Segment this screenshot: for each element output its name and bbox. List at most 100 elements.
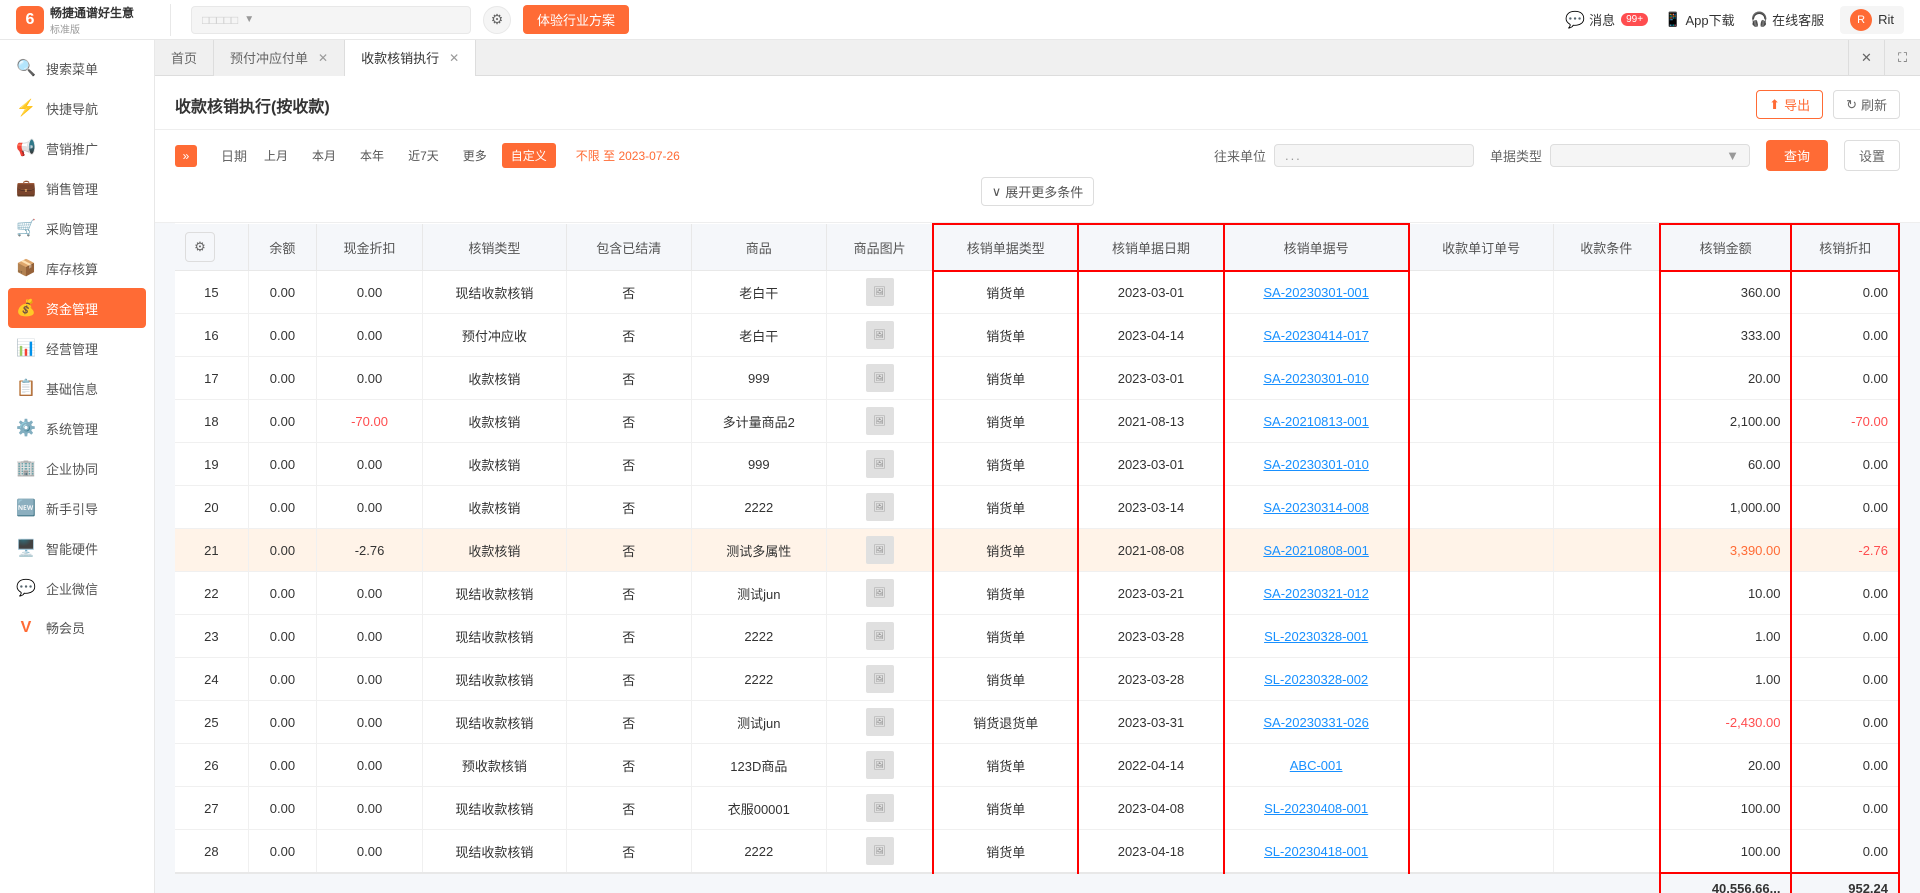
cell-cancel-bill-date: 2022-04-14	[1078, 744, 1223, 787]
expand-more-btn[interactable]: ∨ 展开更多条件	[981, 177, 1095, 206]
cell-balance: 0.00	[248, 314, 316, 357]
cell-cash-discount: 0.00	[317, 830, 423, 874]
bill-no-link[interactable]: SA-20230301-010	[1263, 457, 1369, 472]
more-date-btn[interactable]: 更多	[454, 143, 496, 168]
page-title: 收款核销执行(按收款)	[175, 93, 330, 117]
sidebar-item-guide[interactable]: 🆕 新手引导	[0, 488, 154, 528]
cell-receipt-condition	[1553, 701, 1660, 744]
cell-seq: 25	[175, 701, 248, 744]
bill-no-link[interactable]: SL-20230418-001	[1264, 844, 1368, 859]
cell-cancel-amount: 10.00	[1660, 572, 1792, 615]
export-button[interactable]: ⬆ 导出	[1756, 90, 1823, 119]
filter-row: » 日期 上月 本月 本年 近7天 更多 自定义 不限 至 202	[175, 140, 1900, 171]
cell-product-img: 🖼	[826, 830, 933, 874]
sidebar-item-finance[interactable]: 💰 资金管理	[8, 288, 146, 328]
page-actions: ⬆ 导出 ↻ 刷新	[1756, 90, 1900, 119]
cell-included-settled: 否	[566, 486, 691, 529]
sidebar-item-basic[interactable]: 📋 基础信息	[0, 368, 154, 408]
type-select[interactable]: ▼	[1550, 144, 1750, 167]
bill-no-link[interactable]: SA-20230321-012	[1263, 586, 1369, 601]
last-7-days-btn[interactable]: 近7天	[399, 143, 448, 168]
sidebar-item-wechat[interactable]: 💬 企业微信	[0, 568, 154, 608]
bill-no-link[interactable]: SA-20230301-010	[1263, 371, 1369, 386]
cell-receipt-order-no	[1409, 701, 1553, 744]
product-image: 🖼	[866, 536, 894, 564]
sidebar-item-marketing[interactable]: 📢 营销推广	[0, 128, 154, 168]
this-year-btn[interactable]: 本年	[351, 143, 393, 168]
tab-prepay[interactable]: 预付冲应付单 ✕	[214, 40, 345, 76]
tab-receipt-cancel[interactable]: 收款核销执行 ✕	[345, 40, 476, 76]
window-maximize-btn[interactable]: ⛶	[1884, 40, 1920, 76]
tab-receipt-cancel-close[interactable]: ✕	[449, 51, 459, 65]
table-row: 24 0.00 0.00 现结收款核销 否 2222 🖼 销货单 2023-03…	[175, 658, 1899, 701]
bill-no-link[interactable]: SA-20230301-001	[1263, 285, 1369, 300]
cell-cancel-bill-type: 销货单	[933, 529, 1078, 572]
query-button[interactable]: 查询	[1766, 140, 1828, 171]
bill-no-link[interactable]: SL-20230408-001	[1264, 801, 1368, 816]
settings-button[interactable]: 设置	[1844, 140, 1900, 171]
custom-date-btn[interactable]: 自定义	[502, 143, 556, 168]
data-table: ⚙ 余额 现金折扣 核销类型 包含已结清 商品 商品图片 核销单据类型 核销单据…	[175, 223, 1900, 893]
tab-prepay-close[interactable]: ✕	[318, 51, 328, 65]
sidebar-item-purchase[interactable]: 🛒 采购管理	[0, 208, 154, 248]
sidebar-item-sales[interactable]: 💼 销售管理	[0, 168, 154, 208]
product-image: 🖼	[866, 708, 894, 736]
cell-product: 2222	[691, 658, 826, 701]
cell-cancel-bill-no: SA-20230301-001	[1224, 271, 1409, 314]
bill-no-link[interactable]: SA-20230331-026	[1263, 715, 1369, 730]
window-close-btn[interactable]: ✕	[1848, 40, 1884, 76]
cell-product-img: 🖼	[826, 486, 933, 529]
cell-balance: 0.00	[248, 357, 316, 400]
cell-cancel-discount: -70.00	[1791, 400, 1899, 443]
refresh-icon: ↻	[1846, 97, 1857, 113]
cell-cancel-type: 预付冲应收	[423, 314, 567, 357]
app-download-button[interactable]: 📱 App下载	[1664, 10, 1735, 29]
cell-balance: 0.00	[248, 658, 316, 701]
logo-icon: 6	[16, 6, 44, 34]
cell-seq: 24	[175, 658, 248, 701]
cell-cash-discount: 0.00	[317, 271, 423, 314]
bill-no-link[interactable]: SA-20210813-001	[1263, 414, 1369, 429]
unit-input[interactable]: ...	[1274, 144, 1474, 167]
th-included-settled: 包含已结清	[566, 224, 691, 271]
cell-cancel-bill-date: 2023-04-14	[1078, 314, 1223, 357]
table-settings-icon[interactable]: ⚙	[185, 232, 215, 262]
bill-no-link[interactable]: SL-20230328-002	[1264, 672, 1368, 687]
table-row: 16 0.00 0.00 预付冲应收 否 老白干 🖼 销货单 2023-04-1…	[175, 314, 1899, 357]
cell-cancel-bill-date: 2023-03-31	[1078, 701, 1223, 744]
cell-cancel-bill-type: 销货单	[933, 615, 1078, 658]
table-row: 27 0.00 0.00 现结收款核销 否 衣服00001 🖼 销货单 2023…	[175, 787, 1899, 830]
bill-no-link[interactable]: ABC-001	[1290, 758, 1343, 773]
search-chevron-icon[interactable]: ▼	[244, 14, 254, 25]
sidebar-item-system[interactable]: ⚙️ 系统管理	[0, 408, 154, 448]
date-filter: 日期 上月 本月 本年 近7天 更多 自定义	[221, 143, 556, 168]
solution-button[interactable]: 体验行业方案	[523, 5, 629, 34]
sidebar-item-inventory[interactable]: 📦 库存核算	[0, 248, 154, 288]
collapse-filter-btn[interactable]: »	[175, 145, 197, 167]
gear-button[interactable]: ⚙	[483, 6, 511, 34]
sidebar-item-enterprise[interactable]: 🏢 企业协同	[0, 448, 154, 488]
cell-balance: 0.00	[248, 787, 316, 830]
this-month-btn[interactable]: 本月	[303, 143, 345, 168]
refresh-button[interactable]: ↻ 刷新	[1833, 90, 1900, 119]
sidebar-item-hardware[interactable]: 🖥️ 智能硬件	[0, 528, 154, 568]
message-button[interactable]: 💬 消息 99+	[1565, 10, 1648, 30]
last-month-btn[interactable]: 上月	[255, 143, 297, 168]
bill-no-link[interactable]: SA-20230314-008	[1263, 500, 1369, 515]
cell-receipt-condition	[1553, 615, 1660, 658]
sidebar-item-search[interactable]: 🔍 搜索菜单	[0, 48, 154, 88]
user-profile[interactable]: R Rit	[1840, 6, 1904, 34]
th-settings[interactable]: ⚙	[175, 224, 248, 271]
sidebar-item-member[interactable]: V 畅会员	[0, 608, 154, 647]
tab-home[interactable]: 首页	[155, 40, 214, 76]
bill-no-link[interactable]: SL-20230328-001	[1264, 629, 1368, 644]
cell-cancel-bill-date: 2021-08-08	[1078, 529, 1223, 572]
sidebar-item-quick-nav[interactable]: ⚡ 快捷导航	[0, 88, 154, 128]
sidebar-item-biz[interactable]: 📊 经营管理	[0, 328, 154, 368]
bill-no-link[interactable]: SA-20210808-001	[1263, 543, 1369, 558]
table-row: 28 0.00 0.00 现结收款核销 否 2222 🖼 销货单 2023-04…	[175, 830, 1899, 874]
cell-cancel-discount: 0.00	[1791, 658, 1899, 701]
online-service-button[interactable]: 🎧 在线客服	[1751, 10, 1824, 29]
bill-no-link[interactable]: SA-20230414-017	[1263, 328, 1369, 343]
cell-receipt-condition	[1553, 744, 1660, 787]
